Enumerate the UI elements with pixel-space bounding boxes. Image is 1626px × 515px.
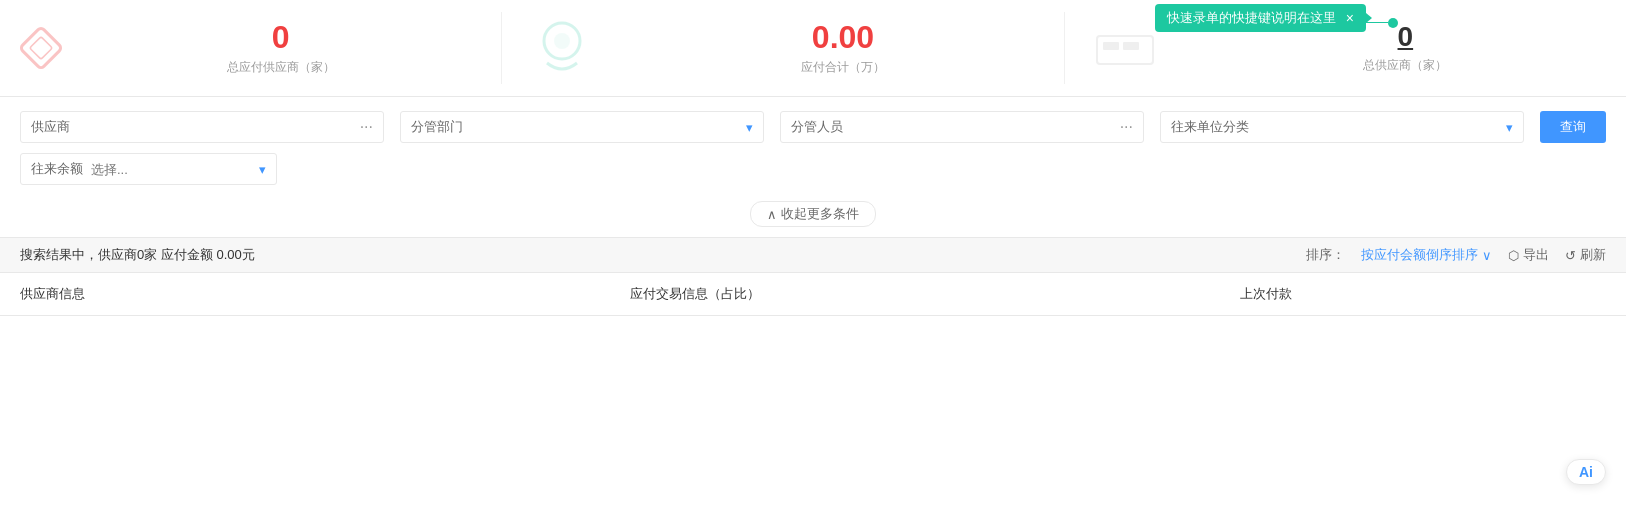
payable-suppliers-count: 0 [272,20,290,55]
supplier-label: 供应商 [31,118,70,136]
person-more-icon[interactable]: ··· [1120,118,1133,136]
filter-row-1: 供应商 ··· 分管部门 ▾ 分管人员 ··· 往来单位分类 ▾ 查询 [20,111,1606,143]
ai-badge[interactable]: Ai [1566,459,1606,485]
filter-section: 供应商 ··· 分管部门 ▾ 分管人员 ··· 往来单位分类 ▾ 查询 往来余额… [0,97,1626,238]
diamond-icon [16,23,66,73]
stat-total-payable-suppliers: 0 总应付供应商（家） [0,12,502,84]
payable-suppliers-label: 总应付供应商（家） [227,59,335,76]
results-info: 搜索结果中，供应商0家 应付金额 0.00元 [20,246,255,264]
refresh-icon: ↺ [1565,248,1576,263]
export-label: 导出 [1523,246,1549,264]
table-header: 供应商信息 应付交易信息（占比） 上次付款 [0,273,1626,316]
sort-label: 排序： [1306,246,1345,264]
sort-arrow-icon: ∨ [1482,248,1492,263]
tooltip-dot [1388,18,1398,28]
unit-class-input[interactable] [1257,120,1506,135]
person-input[interactable] [851,120,1120,135]
dept-label: 分管部门 [411,118,463,136]
sort-value: 按应付会额倒序排序 [1361,246,1478,264]
svg-rect-6 [1123,42,1139,50]
table-body [0,316,1626,515]
filter-row-2: 往来余额 ▾ [20,153,1606,185]
results-actions: 排序： 按应付会额倒序排序 ∨ ⬡ 导出 ↺ 刷新 [1306,246,1606,264]
tooltip-text: 快速录单的快捷键说明在这里 [1167,9,1336,27]
person-label: 分管人员 [791,118,843,136]
svg-rect-1 [30,37,53,60]
supplier-input[interactable] [78,120,360,135]
col-supplier-info: 供应商信息 [20,285,630,303]
collapse-button[interactable]: ∧ 收起更多条件 [750,201,876,227]
stat-payable-total: 0.00 应付合计（万） [622,12,1064,84]
balance-input[interactable] [91,162,259,177]
col-trade-info: 应付交易信息（占比） [630,285,1240,303]
refresh-button[interactable]: ↺ 刷新 [1565,246,1606,264]
unit-class-filter: 往来单位分类 ▾ [1160,111,1524,143]
sort-select[interactable]: 按应付会额倒序排序 ∨ [1361,246,1492,264]
collapse-label: 收起更多条件 [781,205,859,223]
payable-total-label: 应付合计（万） [801,59,885,76]
dept-dropdown-icon[interactable]: ▾ [746,120,753,135]
center-icon [502,13,622,83]
collapse-bar: ∧ 收起更多条件 [20,195,1606,237]
supplier-more-icon[interactable]: ··· [360,118,373,136]
stats-bar: 0 总应付供应商（家） 0.00 应付合计（万） 快速录单的快捷键说明在这里 ×… [0,0,1626,97]
results-bar: 搜索结果中，供应商0家 应付金额 0.00元 排序： 按应付会额倒序排序 ∨ ⬡… [0,238,1626,273]
svg-point-3 [554,33,570,49]
payable-amount: 0.00 [812,20,874,55]
balance-dropdown-icon[interactable]: ▾ [259,162,266,177]
total-suppliers-label: 总供应商（家） [1363,57,1447,74]
query-button[interactable]: 查询 [1540,111,1606,143]
export-icon: ⬡ [1508,248,1519,263]
dept-filter: 分管部门 ▾ [400,111,764,143]
tooltip-close-button[interactable]: × [1346,10,1354,26]
collapse-icon: ∧ [767,207,777,222]
unit-class-dropdown-icon[interactable]: ▾ [1506,120,1513,135]
svg-rect-5 [1103,42,1119,50]
unit-class-label: 往来单位分类 [1171,118,1249,136]
right-icon-area [1065,28,1185,68]
balance-label: 往来余额 [31,160,83,178]
refresh-label: 刷新 [1580,246,1606,264]
svg-rect-0 [20,27,62,69]
person-filter: 分管人员 ··· [780,111,1144,143]
dept-input[interactable] [471,120,746,135]
supplier-filter: 供应商 ··· [20,111,384,143]
balance-filter: 往来余额 ▾ [20,153,277,185]
col-last-payment: 上次付款 [1240,285,1606,303]
shortcut-tooltip: 快速录单的快捷键说明在这里 × [1155,4,1366,32]
total-suppliers-count: 0 [1398,22,1414,53]
export-button[interactable]: ⬡ 导出 [1508,246,1549,264]
